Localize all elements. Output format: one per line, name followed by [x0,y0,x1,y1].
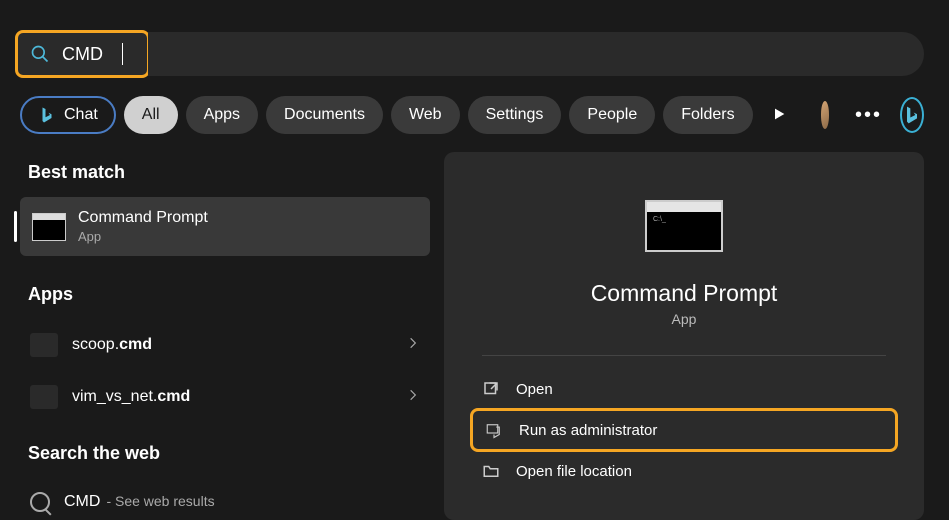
file-icon [30,333,58,357]
chat-label: Chat [64,106,98,124]
action-open[interactable]: Open [470,370,898,408]
tab-people[interactable]: People [569,96,655,134]
best-match-header: Best match [20,152,430,197]
tab-all[interactable]: All [124,96,178,134]
folder-icon [482,462,500,480]
bing-chat-button[interactable] [900,97,924,133]
best-match-item[interactable]: Command Prompt App [20,197,430,256]
action-label: Open [516,381,553,398]
action-open-file-location[interactable]: Open file location [470,452,898,490]
play-icon[interactable] [771,106,787,124]
command-prompt-icon [32,213,66,241]
more-icon[interactable]: ••• [855,104,882,127]
details-panel: C:\_ Command Prompt App Open Run as admi… [444,152,924,520]
search-web-header: Search the web [20,433,430,478]
file-icon [30,385,58,409]
text-cursor [122,43,123,65]
tab-web[interactable]: Web [391,96,460,134]
action-label: Run as administrator [519,422,657,439]
chevron-right-icon [406,388,420,407]
shield-icon [485,421,503,439]
tab-label: People [587,106,637,123]
web-result-item[interactable]: CMD- See web results [20,478,430,512]
search-icon [30,492,50,512]
chevron-right-icon [406,336,420,355]
search-bar-extension[interactable] [148,32,924,76]
details-sub: App [672,311,697,327]
tab-label: Web [409,106,442,123]
tab-label: Apps [204,106,240,123]
open-icon [482,380,500,398]
search-box-highlight [15,30,150,78]
results-content: Best match Command Prompt App Apps scoop… [20,152,924,520]
search-input-wrapper[interactable] [20,35,145,73]
tab-label: All [142,106,160,123]
web-result-label: CMD- See web results [64,493,420,511]
apps-header: Apps [20,274,430,319]
tab-apps[interactable]: Apps [186,96,258,134]
tab-documents[interactable]: Documents [266,96,383,134]
tab-label: Settings [486,106,544,123]
chat-tab[interactable]: Chat [20,96,116,134]
tab-folders[interactable]: Folders [663,96,752,134]
action-list: Open Run as administrator Open file loca… [464,370,904,490]
action-run-as-admin[interactable]: Run as administrator [470,408,898,452]
app-result-label: scoop.cmd [72,336,392,354]
tab-settings[interactable]: Settings [468,96,562,134]
bing-icon [38,106,56,124]
search-bar [15,30,924,78]
filter-tabs-row: Chat All Apps Documents Web Settings Peo… [20,96,924,134]
divider [482,355,887,356]
app-result-item[interactable]: vim_vs_net.cmd [20,371,430,423]
user-avatar[interactable] [821,101,829,129]
app-result-label: vim_vs_net.cmd [72,388,392,406]
search-input[interactable] [62,44,122,65]
tab-label: Folders [681,106,734,123]
search-icon [30,44,50,64]
results-left-column: Best match Command Prompt App Apps scoop… [20,152,430,520]
tab-label: Documents [284,106,365,123]
command-prompt-large-icon: C:\_ [645,200,723,252]
details-title: Command Prompt [591,280,778,307]
best-match-sub: App [78,229,208,244]
app-result-item[interactable]: scoop.cmd [20,319,430,371]
action-label: Open file location [516,463,632,480]
best-match-title: Command Prompt [78,209,208,227]
